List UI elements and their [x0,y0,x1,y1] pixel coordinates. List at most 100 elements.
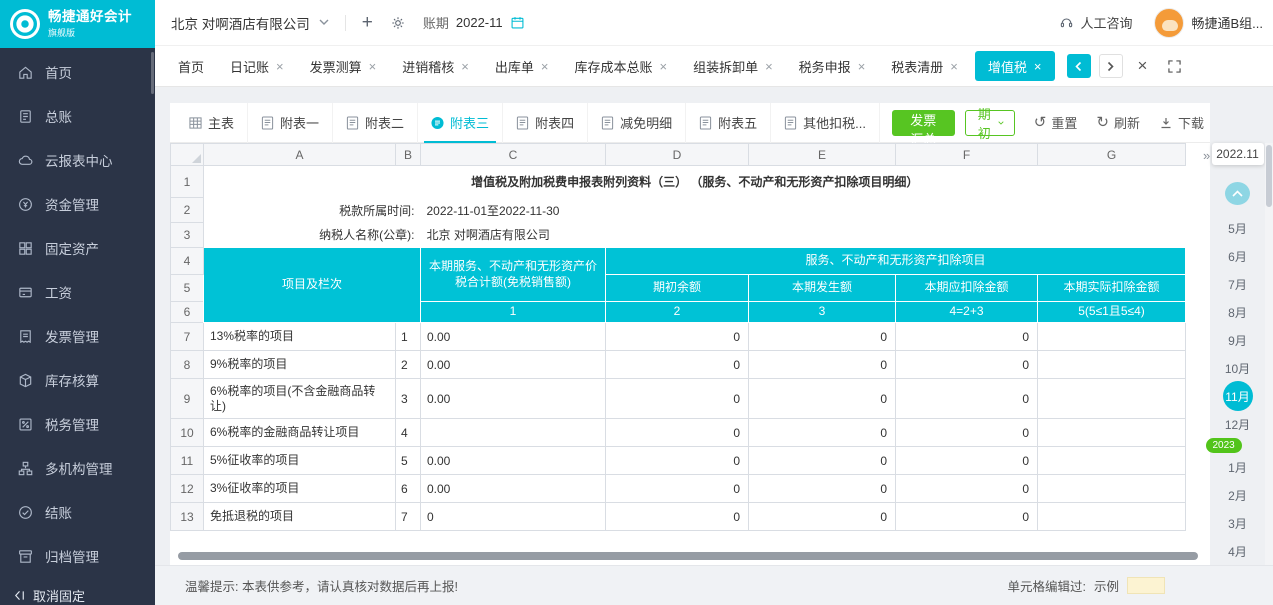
tab-home[interactable]: 首页 [165,45,217,87]
value-cell[interactable]: 0 [605,474,749,503]
month-item[interactable]: 3月 [1220,509,1256,537]
line-no-cell[interactable]: 6 [395,474,421,503]
value-cell[interactable]: 0.00 [420,350,606,379]
value-cell[interactable]: 0 [748,322,896,351]
line-no-cell[interactable]: 3 [395,378,421,419]
tab-journal[interactable]: 日记账 × [217,45,297,87]
value-cell[interactable]: 0 [748,350,896,379]
sidebar-item-general-ledger[interactable]: 总账 [0,94,155,138]
value-cell[interactable]: 0 [895,322,1038,351]
value-cell[interactable]: 0 [895,378,1038,419]
collapse-panel-icon[interactable]: » [1203,148,1210,163]
header-item-col[interactable]: 项目及栏次 [203,247,421,323]
tab-inventory-cost-ledger[interactable]: 库存成本总账 × [561,45,680,87]
month-item[interactable]: 7月 [1220,270,1256,298]
subtab-schedule-3[interactable]: 附表三 [418,102,504,143]
close-tab-icon[interactable]: × [1034,59,1042,74]
value-cell[interactable]: 0 [605,446,749,475]
value-cell[interactable] [1037,378,1186,419]
tax-period-value-cell[interactable]: 2022-11-01至2022-11-30 [420,197,1186,223]
row-number[interactable]: 9 [170,378,204,419]
close-tab-icon[interactable]: × [369,59,377,74]
value-cell[interactable]: 0 [420,502,606,531]
value-cell[interactable]: 0.00 [420,322,606,351]
value-cell[interactable] [1037,350,1186,379]
value-cell[interactable]: 0 [748,502,896,531]
sidebar-item-funds[interactable]: 资金管理 [0,182,155,226]
refresh-button[interactable]: ↻ 刷新 [1096,113,1140,132]
accounting-period[interactable]: 账期 2022-11 [423,13,525,32]
sidebar-item-inventory[interactable]: 库存核算 [0,358,155,402]
sidebar-item-cloud-reports[interactable]: 云报表中心 [0,138,155,182]
line-no-cell[interactable]: 2 [395,350,421,379]
tab-tax-register[interactable]: 税表清册 × [878,45,971,87]
header-col2[interactable]: 期初余额 [605,274,749,302]
value-cell[interactable] [1037,322,1186,351]
value-cell[interactable]: 0 [895,350,1038,379]
sidebar-item-archive[interactable]: 归档管理 [0,534,155,578]
header-col1[interactable]: 本期服务、不动产和无形资产价税合计额(免税销售额) [420,247,606,302]
item-cell[interactable]: 免抵退税的项目 [203,502,396,531]
sidebar-item-closing[interactable]: 结账 [0,490,155,534]
horizontal-scrollbar[interactable] [178,552,1198,560]
month-item[interactable]: 6月 [1220,242,1256,270]
vertical-scrollbar-thumb[interactable] [1266,145,1272,207]
consult-button[interactable]: 人工咨询 [1059,13,1132,32]
settings-button[interactable] [390,15,406,31]
row-number[interactable]: 6 [170,301,204,323]
month-item[interactable]: 8月 [1220,298,1256,326]
subtab-main-table[interactable]: 主表 [176,102,249,143]
tab-invoice-estimate[interactable]: 发票测算 × [297,45,390,87]
subtab-schedule-4[interactable]: 附表四 [503,102,589,143]
row-number[interactable]: 4 [170,247,204,275]
subtab-schedule-2[interactable]: 附表二 [333,102,419,143]
line-no-cell[interactable]: 7 [395,502,421,531]
value-cell[interactable]: 0 [605,322,749,351]
value-cell[interactable]: 0 [748,378,896,419]
month-item[interactable]: 12月 [1220,410,1256,438]
col-letter[interactable]: D [605,143,749,166]
subtab-schedule-1[interactable]: 附表一 [248,102,334,143]
value-cell[interactable] [1037,502,1186,531]
close-tab-icon[interactable]: × [950,59,958,74]
close-tab-icon[interactable]: × [765,59,773,74]
row-number[interactable]: 7 [170,322,204,351]
col-letter[interactable]: C [420,143,606,166]
month-item-active[interactable]: 11月 [1222,381,1253,411]
sidebar-item-tax[interactable]: 税务管理 [0,402,155,446]
taxpayer-value-cell[interactable]: 北京 对啊酒店有限公司 [420,222,1186,248]
row-number[interactable]: 12 [170,474,204,503]
item-cell[interactable]: 6%税率的项目(不含金融商品转让) [203,378,396,419]
item-cell[interactable]: 5%征收率的项目 [203,446,396,475]
next-tabs-button[interactable] [1098,54,1123,78]
month-item[interactable]: 2月 [1220,481,1256,509]
sidebar-item-home[interactable]: 首页 [0,50,155,94]
value-cell[interactable]: 0.00 [420,446,606,475]
fullscreen-button[interactable] [1163,54,1187,78]
value-cell[interactable]: 0 [748,446,896,475]
prev-tabs-button[interactable] [1066,54,1091,78]
tab-tax-filing[interactable]: 税务申报 × [786,45,879,87]
brand-logo[interactable]: 畅捷通好会计 旗舰版 [0,0,155,48]
value-cell[interactable]: 0 [748,418,896,447]
row-number[interactable]: 2 [170,197,204,223]
col-letter[interactable]: F [895,143,1038,166]
sidebar-item-multi-org[interactable]: 多机构管理 [0,446,155,490]
add-button[interactable]: + [362,13,373,32]
value-cell[interactable]: 0 [605,502,749,531]
download-button[interactable]: 下载 [1159,113,1204,132]
line-no-cell[interactable]: 1 [395,322,421,351]
close-tab-icon[interactable]: × [541,59,549,74]
item-cell[interactable]: 6%税率的金融商品转让项目 [203,418,396,447]
value-cell[interactable]: 0 [605,350,749,379]
sidebar-item-fixed-assets[interactable]: 固定资产 [0,226,155,270]
line-no-cell[interactable]: 5 [395,446,421,475]
tab-outbound-order[interactable]: 出库单 × [482,45,562,87]
header-num[interactable]: 2 [605,301,749,323]
col-letter[interactable]: B [395,143,421,166]
item-cell[interactable]: 3%征收率的项目 [203,474,396,503]
subtab-schedule-5[interactable]: 附表五 [686,102,772,143]
tab-assembly-order[interactable]: 组装拆卸单 × [680,45,786,87]
header-num[interactable]: 4=2+3 [895,301,1038,323]
header-num[interactable]: 1 [420,301,606,323]
